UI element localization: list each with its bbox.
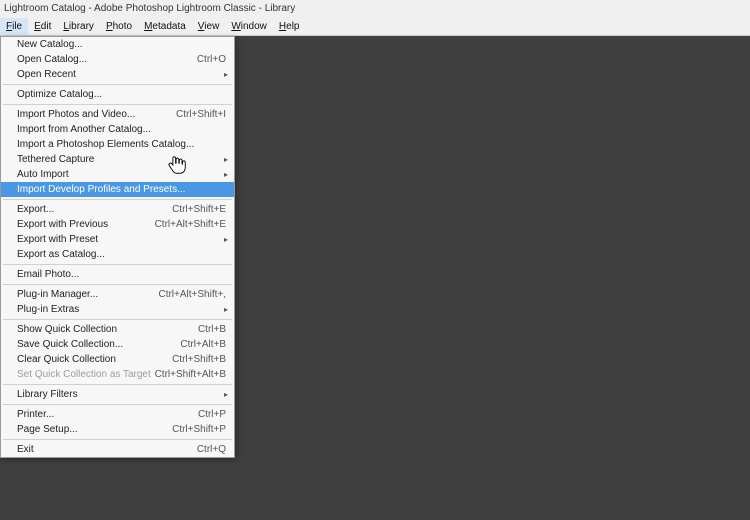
menu-item[interactable]: New Catalog... (1, 37, 234, 52)
submenu-arrow-icon: ▸ (224, 155, 228, 164)
menu-item-label: Clear Quick Collection (17, 354, 172, 365)
menu-item[interactable]: Import from Another Catalog... (1, 122, 234, 137)
menu-library[interactable]: Library (57, 18, 100, 35)
menu-item-label: Export with Previous (17, 219, 155, 230)
menu-item-shortcut: Ctrl+O (197, 54, 226, 65)
menu-separator (3, 319, 232, 320)
menu-item-shortcut: Ctrl+Alt+Shift+E (155, 219, 226, 230)
menu-photo[interactable]: Photo (100, 18, 138, 35)
menu-help[interactable]: Help (273, 18, 306, 35)
menu-item[interactable]: Library Filters▸ (1, 387, 234, 402)
menu-separator (3, 199, 232, 200)
menu-item-label: Export... (17, 204, 172, 215)
menu-item[interactable]: Plug-in Manager...Ctrl+Alt+Shift+, (1, 287, 234, 302)
menu-item-label: Export with Preset (17, 234, 226, 245)
menu-item[interactable]: Import Photos and Video...Ctrl+Shift+I (1, 107, 234, 122)
menu-item-shortcut: Ctrl+P (198, 409, 226, 420)
menu-item-label: Optimize Catalog... (17, 89, 226, 100)
menu-edit[interactable]: Edit (28, 18, 57, 35)
menu-item[interactable]: Optimize Catalog... (1, 87, 234, 102)
menu-item-label: Plug-in Extras (17, 304, 226, 315)
window-title: Lightroom Catalog - Adobe Photoshop Ligh… (4, 3, 295, 14)
menu-item-label: Library Filters (17, 389, 226, 400)
menu-separator (3, 104, 232, 105)
menu-item[interactable]: Import Develop Profiles and Presets... (1, 182, 234, 197)
submenu-arrow-icon: ▸ (224, 305, 228, 314)
submenu-arrow-icon: ▸ (224, 70, 228, 79)
menu-item-label: Import from Another Catalog... (17, 124, 226, 135)
menu-item-shortcut: Ctrl+Shift+B (172, 354, 226, 365)
file-menu-dropdown: New Catalog...Open Catalog...Ctrl+OOpen … (0, 36, 235, 458)
menu-item[interactable]: Import a Photoshop Elements Catalog... (1, 137, 234, 152)
menu-item-label: Save Quick Collection... (17, 339, 180, 350)
menu-item-label: Plug-in Manager... (17, 289, 158, 300)
menubar: FileEditLibraryPhotoMetadataViewWindowHe… (0, 18, 750, 36)
menu-window[interactable]: Window (225, 18, 273, 35)
menu-separator (3, 439, 232, 440)
menu-item-label: Set Quick Collection as Target (17, 369, 155, 380)
menu-separator (3, 84, 232, 85)
menu-separator (3, 384, 232, 385)
menu-separator (3, 284, 232, 285)
menu-item[interactable]: Export with PreviousCtrl+Alt+Shift+E (1, 217, 234, 232)
menu-item-label: Printer... (17, 409, 198, 420)
menu-item-shortcut: Ctrl+Shift+I (176, 109, 226, 120)
menu-item-label: New Catalog... (17, 39, 226, 50)
submenu-arrow-icon: ▸ (224, 390, 228, 399)
menu-item[interactable]: Export as Catalog... (1, 247, 234, 262)
menu-view[interactable]: View (192, 18, 226, 35)
menu-item[interactable]: Email Photo... (1, 267, 234, 282)
menu-item-shortcut: Ctrl+Shift+E (172, 204, 226, 215)
menu-item-shortcut: Ctrl+Alt+Shift+, (158, 289, 226, 300)
menu-item-label: Import Photos and Video... (17, 109, 176, 120)
menu-item-shortcut: Ctrl+B (198, 324, 226, 335)
menu-separator (3, 264, 232, 265)
menu-item: Set Quick Collection as TargetCtrl+Shift… (1, 367, 234, 382)
menu-item-label: Export as Catalog... (17, 249, 226, 260)
submenu-arrow-icon: ▸ (224, 170, 228, 179)
menu-item[interactable]: Save Quick Collection...Ctrl+Alt+B (1, 337, 234, 352)
menu-item[interactable]: Plug-in Extras▸ (1, 302, 234, 317)
menu-item-label: Open Catalog... (17, 54, 197, 65)
menu-item[interactable]: Show Quick CollectionCtrl+B (1, 322, 234, 337)
menu-item-shortcut: Ctrl+Shift+Alt+B (155, 369, 226, 380)
menu-item[interactable]: Tethered Capture▸ (1, 152, 234, 167)
menu-item[interactable]: Export with Preset▸ (1, 232, 234, 247)
menu-file[interactable]: File (0, 18, 28, 35)
menu-item[interactable]: Export...Ctrl+Shift+E (1, 202, 234, 217)
menu-item[interactable]: Clear Quick CollectionCtrl+Shift+B (1, 352, 234, 367)
menu-item-label: Tethered Capture (17, 154, 226, 165)
menu-item-label: Exit (17, 444, 197, 455)
menu-item-label: Auto Import (17, 169, 226, 180)
submenu-arrow-icon: ▸ (224, 235, 228, 244)
menu-item-shortcut: Ctrl+Alt+B (180, 339, 226, 350)
menu-item[interactable]: Printer...Ctrl+P (1, 407, 234, 422)
menu-item-label: Page Setup... (17, 424, 172, 435)
menu-item[interactable]: ExitCtrl+Q (1, 442, 234, 457)
menu-metadata[interactable]: Metadata (138, 18, 192, 35)
menu-item-shortcut: Ctrl+Shift+P (172, 424, 226, 435)
window-titlebar: Lightroom Catalog - Adobe Photoshop Ligh… (0, 0, 750, 18)
menu-item-label: Import Develop Profiles and Presets... (17, 184, 226, 195)
menu-item[interactable]: Open Catalog...Ctrl+O (1, 52, 234, 67)
menu-item-label: Import a Photoshop Elements Catalog... (17, 139, 226, 150)
menu-item[interactable]: Open Recent▸ (1, 67, 234, 82)
menu-item[interactable]: Page Setup...Ctrl+Shift+P (1, 422, 234, 437)
menu-item-label: Show Quick Collection (17, 324, 198, 335)
menu-item-shortcut: Ctrl+Q (197, 444, 226, 455)
menu-separator (3, 404, 232, 405)
menu-item-label: Email Photo... (17, 269, 226, 280)
menu-item[interactable]: Auto Import▸ (1, 167, 234, 182)
menu-item-label: Open Recent (17, 69, 226, 80)
